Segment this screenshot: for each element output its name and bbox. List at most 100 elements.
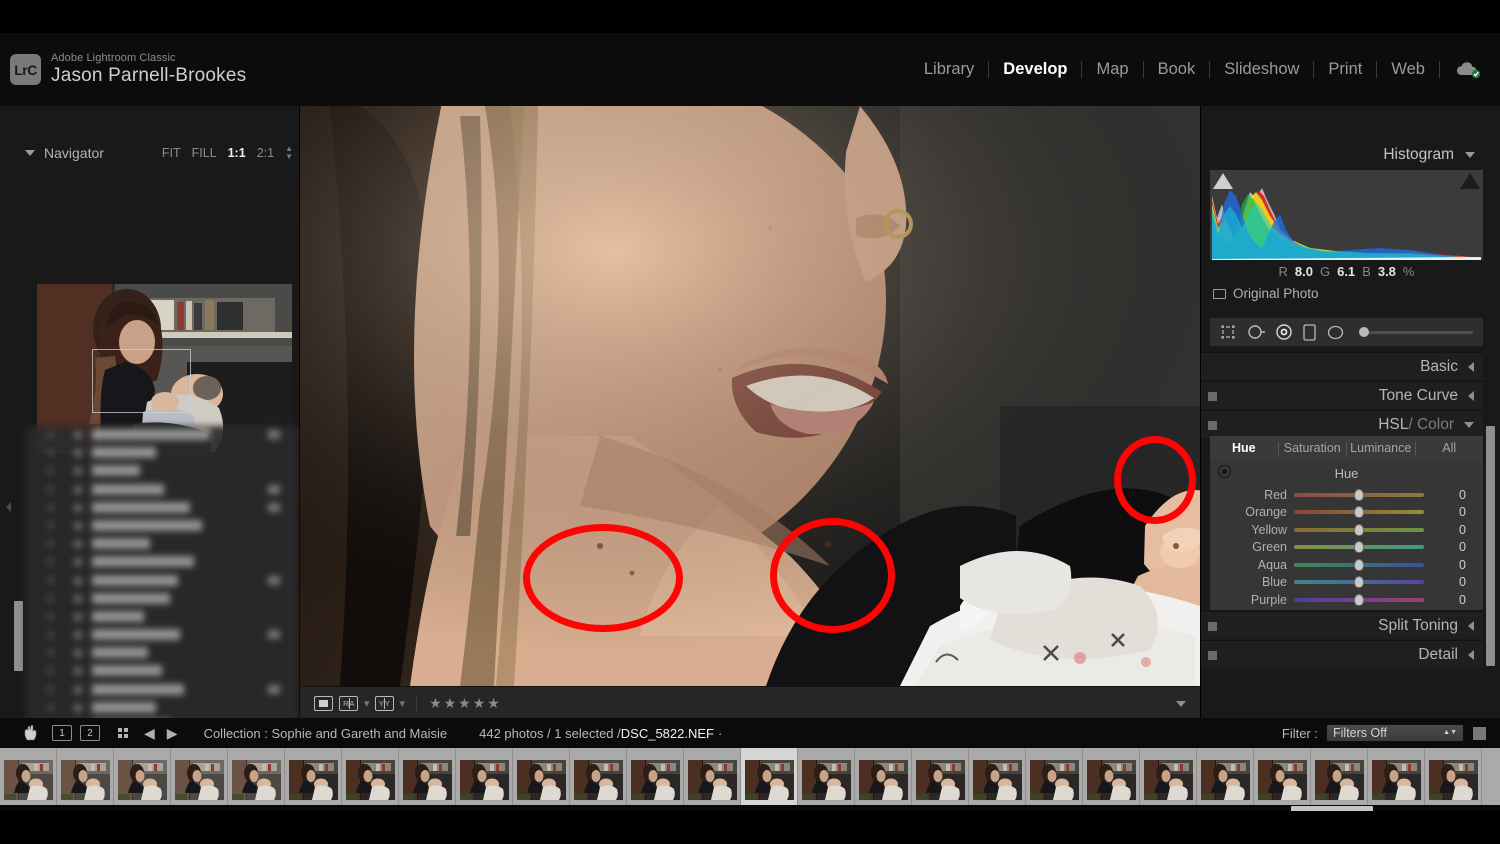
identity-plate[interactable]: Adobe Lightroom Classic Jason Parnell-Br… (51, 53, 246, 86)
hsl-slider-knob-blue[interactable] (1354, 576, 1364, 589)
zoom-level-1-1[interactable]: 1:1 (228, 146, 246, 160)
navigator-crop-rect[interactable] (92, 349, 191, 413)
hsl-tab-luminance[interactable]: Luminance (1347, 441, 1415, 455)
panel-header-split-toning[interactable]: Split Toning (1201, 611, 1483, 639)
preset-list-item[interactable] (26, 626, 298, 645)
before-after-yy-icon[interactable]: Y|Y (374, 696, 394, 711)
preset-list-item[interactable] (26, 699, 298, 717)
panel-switch-hsl[interactable] (1208, 421, 1217, 430)
hsl-slider-knob-yellow[interactable] (1354, 523, 1364, 536)
radial-filter-icon[interactable] (1327, 325, 1344, 340)
filmstrip-thumb[interactable] (342, 748, 399, 811)
before-after-ra-icon[interactable]: R|A (339, 696, 358, 711)
filmstrip-thumb[interactable] (912, 748, 969, 811)
module-print[interactable]: Print (1314, 60, 1376, 79)
preset-list-item[interactable] (26, 426, 298, 445)
panel-switch-split-toning[interactable] (1208, 622, 1217, 631)
module-map[interactable]: Map (1082, 60, 1142, 79)
panel-header-hsl-color[interactable]: HSL / Color (1201, 410, 1483, 438)
preset-list-item[interactable] (26, 481, 298, 499)
filmstrip-thumb[interactable] (627, 748, 684, 811)
hsl-slider-track-green[interactable] (1294, 541, 1424, 554)
filmstrip-thumb[interactable] (855, 748, 912, 811)
triangle-left-icon[interactable] (1468, 620, 1474, 631)
triangle-left-icon[interactable] (1468, 361, 1474, 372)
module-library[interactable]: Library (910, 60, 988, 79)
filmstrip[interactable] (0, 748, 1500, 811)
image-canvas[interactable] (300, 106, 1200, 686)
cloud-sync-icon[interactable] (1456, 61, 1481, 79)
filmstrip-thumb[interactable] (1197, 748, 1254, 811)
module-book[interactable]: Book (1144, 60, 1210, 79)
hsl-slider-value-orange[interactable]: 0 (1424, 505, 1476, 519)
filmstrip-thumb[interactable] (798, 748, 855, 811)
display-1-button[interactable]: 1 (52, 725, 72, 741)
graduated-filter-icon[interactable] (1303, 323, 1316, 341)
hsl-tab-all[interactable]: All (1416, 441, 1484, 455)
hsl-slider-knob-purple[interactable] (1354, 593, 1364, 606)
hsl-slider-knob-green[interactable] (1354, 541, 1364, 554)
filmstrip-scrollbar-track[interactable] (0, 805, 1500, 811)
module-web[interactable]: Web (1377, 60, 1439, 79)
histogram-header[interactable]: Histogram (1201, 144, 1483, 166)
highlight-clipping-triangle[interactable] (1460, 173, 1480, 189)
filmstrip-thumb[interactable] (1425, 748, 1482, 811)
module-slideshow[interactable]: Slideshow (1210, 60, 1313, 79)
filmstrip-thumb[interactable] (57, 748, 114, 811)
hsl-slider-knob-red[interactable] (1354, 488, 1364, 501)
left-panel-scrollbar[interactable] (14, 601, 23, 671)
preset-list-item[interactable] (26, 462, 298, 481)
presets-list[interactable] (26, 426, 298, 754)
spot-removal-icon[interactable] (1247, 324, 1265, 340)
before-after-dropdown-icon[interactable]: ▾ (364, 697, 370, 710)
filmstrip-thumb[interactable] (1311, 748, 1368, 811)
hsl-tab-hue[interactable]: Hue (1210, 441, 1278, 455)
up-down-stepper-icon[interactable]: ▲ ▼ (285, 145, 293, 160)
hsl-tab-saturation[interactable]: Saturation (1279, 441, 1347, 455)
crop-overlay-icon[interactable] (1220, 324, 1236, 340)
module-develop[interactable]: Develop (989, 60, 1081, 79)
compare-dropdown-icon[interactable]: ▾ (400, 697, 406, 710)
zoom-level-fill[interactable]: FILL (192, 146, 217, 160)
hsl-slider-value-yellow[interactable]: 0 (1424, 523, 1476, 537)
preset-list-item[interactable] (26, 517, 298, 536)
filmstrip-thumb[interactable] (228, 748, 285, 811)
filmstrip-thumb[interactable] (399, 748, 456, 811)
display-2-button[interactable]: 2 (80, 725, 100, 741)
hsl-slider-value-green[interactable]: 0 (1424, 540, 1476, 554)
adjustment-brush-slider-knob[interactable] (1359, 327, 1369, 337)
triangle-down-icon[interactable] (25, 150, 35, 156)
filmstrip-thumb[interactable] (1368, 748, 1425, 811)
filmstrip-thumb[interactable] (969, 748, 1026, 811)
filmstrip-thumb[interactable] (513, 748, 570, 811)
panel-header-basic[interactable]: Basic (1201, 352, 1483, 380)
filmstrip-scrollbar-thumb[interactable] (1291, 806, 1373, 811)
shadow-clipping-triangle[interactable] (1213, 173, 1233, 189)
preset-list-item[interactable] (26, 662, 298, 681)
preset-list-item[interactable] (26, 553, 298, 572)
filmstrip-thumb[interactable] (1140, 748, 1197, 811)
preset-list-item[interactable] (26, 444, 298, 463)
toolbar-options-caret-icon[interactable] (1176, 700, 1186, 707)
hsl-slider-track-red[interactable] (1294, 488, 1424, 501)
arrow-right-icon[interactable]: ▶ (167, 725, 178, 742)
preset-list-item[interactable] (26, 608, 298, 627)
triangle-down-icon[interactable] (1464, 421, 1474, 428)
panel-switch-tone-curve[interactable] (1208, 392, 1217, 401)
triangle-down-icon[interactable] (1465, 152, 1475, 158)
grabber-hand-icon[interactable] (22, 724, 38, 742)
hsl-slider-value-aqua[interactable]: 0 (1424, 558, 1476, 572)
loupe-view-icon[interactable] (314, 696, 333, 711)
preset-list-item[interactable] (26, 535, 298, 554)
left-panel-scroll-arrow-icon[interactable] (6, 502, 11, 512)
panel-header-tone-curve[interactable]: Tone Curve (1201, 381, 1483, 409)
filter-swatch-icon[interactable] (1473, 726, 1486, 740)
hsl-slider-track-orange[interactable] (1294, 506, 1424, 519)
filmstrip-thumb-selected[interactable] (741, 748, 798, 811)
filmstrip-thumb[interactable] (570, 748, 627, 811)
hsl-slider-knob-orange[interactable] (1354, 506, 1364, 519)
filter-select[interactable]: Filters Off ▲▼ (1326, 724, 1464, 742)
navigator-header[interactable]: Navigator FIT FILL 1:1 2:1 ▲ ▼ (25, 142, 293, 164)
original-photo-toggle[interactable]: Original Photo (1213, 286, 1319, 301)
filmstrip-thumb[interactable] (684, 748, 741, 811)
